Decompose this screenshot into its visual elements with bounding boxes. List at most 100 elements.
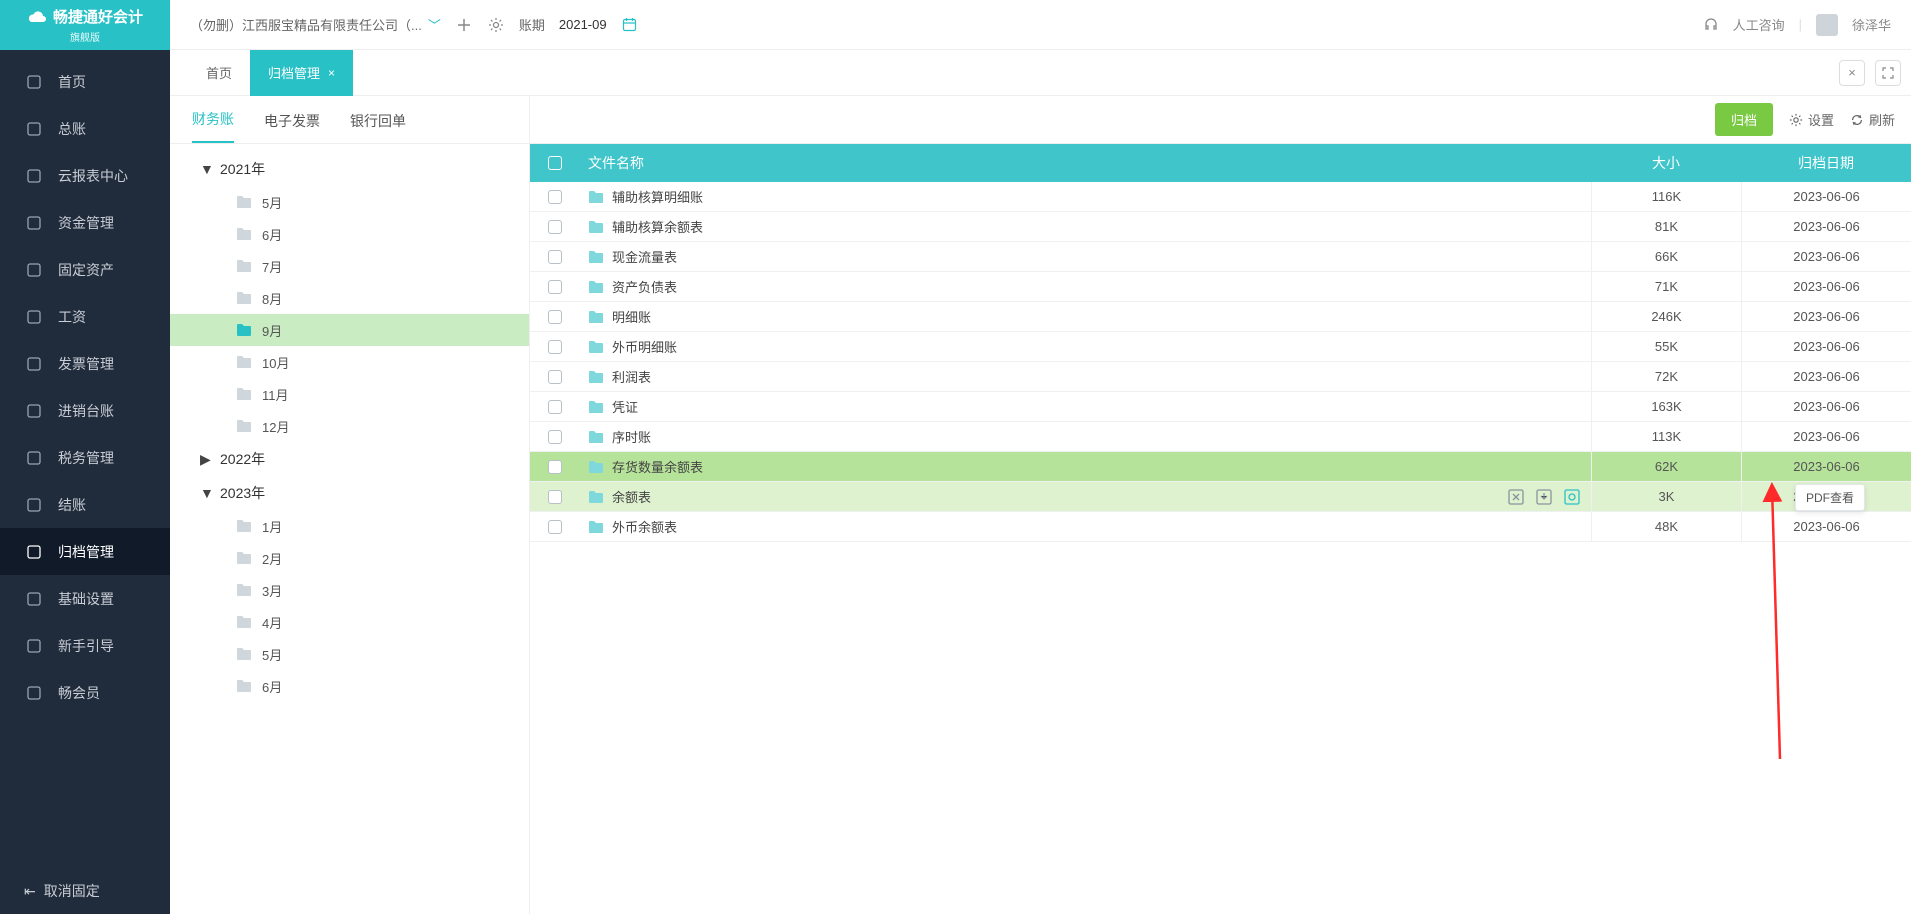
checkbox-all[interactable]: [548, 156, 562, 170]
tree-month[interactable]: 4月: [170, 606, 529, 638]
folder-icon: [588, 520, 604, 534]
table-row[interactable]: 辅助核算余额表81K2023-06-06: [530, 212, 1911, 242]
table-row[interactable]: 凭证163K2023-06-06: [530, 392, 1911, 422]
archive-button[interactable]: 归档: [1715, 103, 1773, 136]
tree-month[interactable]: 10月: [170, 346, 529, 378]
folder-icon: [236, 387, 252, 401]
sidebar-item-tax[interactable]: 税务管理: [0, 434, 170, 481]
sidebar-item-close-period[interactable]: 结账: [0, 481, 170, 528]
row-checkbox[interactable]: [548, 250, 562, 264]
tree: ▼2021年5月6月7月8月9月10月11月12月▶2022年▼2023年1月2…: [170, 144, 529, 914]
row-checkbox[interactable]: [548, 340, 562, 354]
sidebar-item-home[interactable]: 首页: [0, 58, 170, 105]
table-row[interactable]: 存货数量余额表62K2023-06-06: [530, 452, 1911, 482]
refresh-icon: [1850, 113, 1864, 127]
tab-home[interactable]: 首页: [188, 50, 250, 96]
row-checkbox[interactable]: [548, 370, 562, 384]
sidebar-item-fund[interactable]: 资金管理: [0, 199, 170, 246]
pdf-download-icon[interactable]: [1535, 488, 1553, 506]
add-icon[interactable]: [455, 16, 473, 34]
row-checkbox[interactable]: [548, 520, 562, 534]
table-row[interactable]: 利润表72K2023-06-06: [530, 362, 1911, 392]
file-name: 辅助核算明细账: [612, 187, 703, 206]
folder-icon: [236, 291, 252, 305]
table-row[interactable]: 序时账113K2023-06-06: [530, 422, 1911, 452]
sidebar-item-stock[interactable]: 进销台账: [0, 387, 170, 434]
subtab-einvoice[interactable]: 电子发票: [264, 111, 320, 143]
sidebar-item-label: 首页: [58, 72, 86, 92]
file-name: 外币余额表: [612, 517, 677, 536]
tree-month[interactable]: 6月: [170, 670, 529, 702]
row-checkbox[interactable]: [548, 310, 562, 324]
file-name: 序时账: [612, 427, 651, 446]
sidebar-item-salary[interactable]: 工资: [0, 293, 170, 340]
user-name[interactable]: 徐泽华: [1852, 15, 1891, 34]
tree-month[interactable]: 12月: [170, 410, 529, 442]
caret-down-icon: ▼: [200, 485, 214, 501]
company-selector[interactable]: （勿删）江西服宝精品有限责任公司（... ﹀: [190, 15, 441, 34]
sidebar-item-invoice[interactable]: 发票管理: [0, 340, 170, 387]
table-row[interactable]: 资产负债表71K2023-06-06: [530, 272, 1911, 302]
tree-year[interactable]: ▼2021年: [170, 152, 529, 186]
sidebar-item-ledger[interactable]: 总账: [0, 105, 170, 152]
period-value[interactable]: 2021-09: [559, 17, 607, 32]
settings-link[interactable]: 设置: [1789, 110, 1834, 129]
tree-month[interactable]: 7月: [170, 250, 529, 282]
sidebar-item-archive[interactable]: 归档管理: [0, 528, 170, 575]
gear-icon[interactable]: [487, 16, 505, 34]
tree-month[interactable]: 5月: [170, 638, 529, 670]
table-row[interactable]: 现金流量表66K2023-06-06: [530, 242, 1911, 272]
close-tab-button[interactable]: ×: [1839, 60, 1865, 86]
tree-month[interactable]: 3月: [170, 574, 529, 606]
table-row[interactable]: 外币余额表48K2023-06-06: [530, 512, 1911, 542]
tree-month[interactable]: 2月: [170, 542, 529, 574]
row-checkbox[interactable]: [548, 430, 562, 444]
close-icon[interactable]: ×: [328, 66, 335, 80]
tree-month[interactable]: 1月: [170, 510, 529, 542]
sidebar-item-settings[interactable]: 基础设置: [0, 575, 170, 622]
sidebar-item-report[interactable]: 云报表中心: [0, 152, 170, 199]
tree-year[interactable]: ▶2022年: [170, 442, 529, 476]
sidebar-item-vip[interactable]: 畅会员: [0, 669, 170, 716]
refresh-link[interactable]: 刷新: [1850, 110, 1895, 129]
tree-month[interactable]: 6月: [170, 218, 529, 250]
row-checkbox[interactable]: [548, 220, 562, 234]
table-row[interactable]: 明细账246K2023-06-06: [530, 302, 1911, 332]
file-name: 辅助核算余额表: [612, 217, 703, 236]
tree-month[interactable]: 11月: [170, 378, 529, 410]
fullscreen-icon[interactable]: [1875, 60, 1901, 86]
sidebar: 畅捷通好会计 旗舰版 首页总账云报表中心资金管理固定资产工资发票管理进销台账税务…: [0, 0, 170, 914]
table-row[interactable]: 余额表3K2023-06-06: [530, 482, 1911, 512]
pdf-view-icon[interactable]: [1563, 488, 1581, 506]
tab-archive[interactable]: 归档管理 ×: [250, 50, 353, 96]
sidebar-unpin-label: 取消固定: [44, 881, 100, 901]
tree-month[interactable]: 5月: [170, 186, 529, 218]
tree-month[interactable]: 8月: [170, 282, 529, 314]
sidebar-item-guide[interactable]: 新手引导: [0, 622, 170, 669]
row-checkbox[interactable]: [548, 460, 562, 474]
table-row[interactable]: 辅助核算明细账116K2023-06-06: [530, 182, 1911, 212]
row-checkbox[interactable]: [548, 400, 562, 414]
file-name: 利润表: [612, 367, 651, 386]
subtab-bank[interactable]: 银行回单: [350, 111, 406, 143]
sidebar-unpin[interactable]: ⇤ 取消固定: [0, 868, 170, 914]
sidebar-item-asset[interactable]: 固定资产: [0, 246, 170, 293]
avatar[interactable]: [1816, 14, 1838, 36]
col-size: 大小: [1591, 153, 1741, 173]
tree-month[interactable]: 9月: [170, 314, 529, 346]
calendar-icon[interactable]: [621, 16, 639, 34]
row-checkbox[interactable]: [548, 190, 562, 204]
archive-date: 2023-06-06: [1741, 422, 1911, 451]
tree-year[interactable]: ▼2023年: [170, 476, 529, 510]
table-row[interactable]: 外币明细账55K2023-06-06: [530, 332, 1911, 362]
home-icon: [24, 72, 44, 92]
row-checkbox[interactable]: [548, 280, 562, 294]
subtab-financial[interactable]: 财务账: [192, 109, 234, 143]
header: （勿删）江西服宝精品有限责任公司（... ﹀ 账期 2021-09 人工咨询 |…: [170, 0, 1911, 50]
row-checkbox[interactable]: [548, 490, 562, 504]
file-name: 现金流量表: [612, 247, 677, 266]
asset-icon: [24, 260, 44, 280]
consult-link[interactable]: 人工咨询: [1733, 15, 1785, 34]
excel-download-icon[interactable]: [1507, 488, 1525, 506]
vip-icon: [24, 683, 44, 703]
